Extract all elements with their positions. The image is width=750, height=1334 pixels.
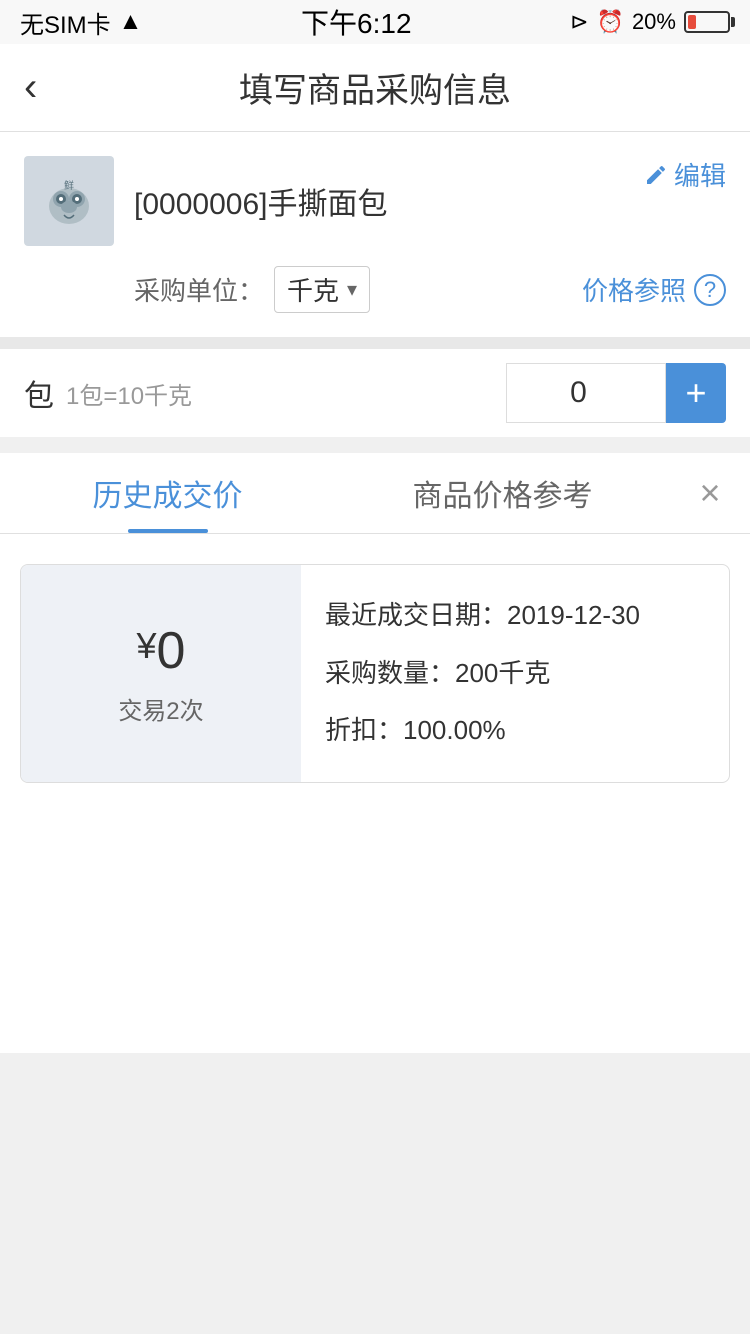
status-bar: 无SIM卡 ▲ 下午6:12 ⊳ ⏰ 20% (0, 0, 750, 44)
tabs-container: 历史成交价 商品价格参考 × (0, 453, 750, 534)
product-thumbnail: 鲜 (39, 171, 99, 231)
price-value: 0 (157, 622, 186, 680)
quantity-input-group: + (506, 363, 726, 423)
history-card: ¥0 交易2次 最近成交日期：2019-12-30 采购数量：200千克 折扣：… (20, 564, 730, 783)
history-details: 最近成交日期：2019-12-30 采购数量：200千克 折扣：100.00% (301, 565, 729, 782)
price-ref-button[interactable]: 价格参照 ? (582, 271, 726, 308)
alarm-icon: ⏰ (597, 9, 624, 35)
recent-date-value: 2019-12-30 (507, 600, 640, 630)
tab-product-price-ref[interactable]: 商品价格参考 (335, 453, 670, 533)
product-header: 鲜 [0000006]手撕面包 编辑 (24, 156, 726, 246)
wifi-icon: ▲ (119, 8, 143, 36)
unit-select[interactable]: 千克 ▾ (274, 266, 370, 313)
status-left: 无SIM卡 ▲ (20, 5, 142, 40)
tab-product-price-label: 商品价格参考 (413, 471, 593, 515)
tab-close-button[interactable]: × (670, 453, 750, 533)
discount-row: 折扣：100.00% (325, 710, 705, 752)
discount-value: 100.00% (403, 715, 506, 745)
battery-icon (684, 11, 730, 33)
section-separator (0, 337, 750, 349)
edit-button[interactable]: 编辑 (644, 156, 726, 193)
quantity-row: 包 1包=10千克 + (0, 349, 750, 437)
quantity-plus-button[interactable]: + (666, 363, 726, 423)
unit-value: 千克 (287, 271, 339, 308)
status-right: ⊳ ⏰ 20% (570, 9, 730, 35)
page-title: 填写商品采购信息 (239, 63, 511, 112)
product-unit-row: 采购单位： 千克 ▾ 价格参照 ? (24, 266, 726, 313)
svg-text:鲜: 鲜 (64, 179, 74, 192)
location-icon: ⊳ (570, 9, 588, 35)
price-symbol: ¥ (137, 625, 157, 666)
quantity-conversion: 1包=10千克 (66, 376, 192, 411)
carrier-label: 无SIM卡 (20, 5, 111, 40)
main-content: 历史成交价 商品价格参考 × ¥0 交易2次 最近成交日期：2019-12-30… (0, 453, 750, 1053)
help-icon[interactable]: ? (694, 274, 726, 306)
quantity-unit: 包 (24, 371, 54, 415)
section-gap (0, 437, 750, 453)
quantity-input[interactable] (506, 363, 666, 423)
price-ref-label: 价格参照 (582, 271, 686, 308)
quantity-detail-value: 200千克 (455, 658, 550, 688)
unit-label: 采购单位： (134, 271, 264, 308)
recent-date-row: 最近成交日期：2019-12-30 (325, 595, 705, 637)
back-button[interactable]: ‹ (24, 65, 37, 110)
unit-section: 采购单位： 千克 ▾ (24, 266, 370, 313)
history-price-display: ¥0 (137, 621, 186, 681)
history-price-section: ¥0 交易2次 (21, 565, 301, 782)
quantity-row-detail: 采购数量：200千克 (325, 653, 705, 695)
product-image: 鲜 (24, 156, 114, 246)
quantity-detail-label: 采购数量： (325, 658, 455, 688)
recent-date-label: 最近成交日期： (325, 600, 507, 630)
edit-icon (644, 163, 668, 187)
battery-fill (688, 15, 696, 29)
time-label: 下午6:12 (301, 2, 412, 42)
tab-history-label: 历史成交价 (93, 471, 243, 515)
product-left: 鲜 [0000006]手撕面包 (24, 156, 387, 246)
quantity-label: 包 1包=10千克 (24, 371, 192, 415)
dropdown-arrow-icon: ▾ (347, 277, 357, 302)
product-info: [0000006]手撕面包 (134, 179, 387, 223)
product-name: [0000006]手撕面包 (134, 179, 387, 223)
owl-logo: 鲜 (39, 171, 99, 231)
tab-history-price[interactable]: 历史成交价 (0, 453, 335, 533)
discount-label: 折扣： (325, 715, 403, 745)
battery-percent: 20% (632, 9, 676, 35)
product-card: 鲜 [0000006]手撕面包 编辑 采购单位： 千克 ▾ (0, 132, 750, 337)
transaction-count: 交易2次 (118, 691, 203, 726)
tab-underline (128, 529, 208, 533)
nav-bar: ‹ 填写商品采购信息 (0, 44, 750, 132)
tabs-row: 历史成交价 商品价格参考 (0, 453, 670, 533)
